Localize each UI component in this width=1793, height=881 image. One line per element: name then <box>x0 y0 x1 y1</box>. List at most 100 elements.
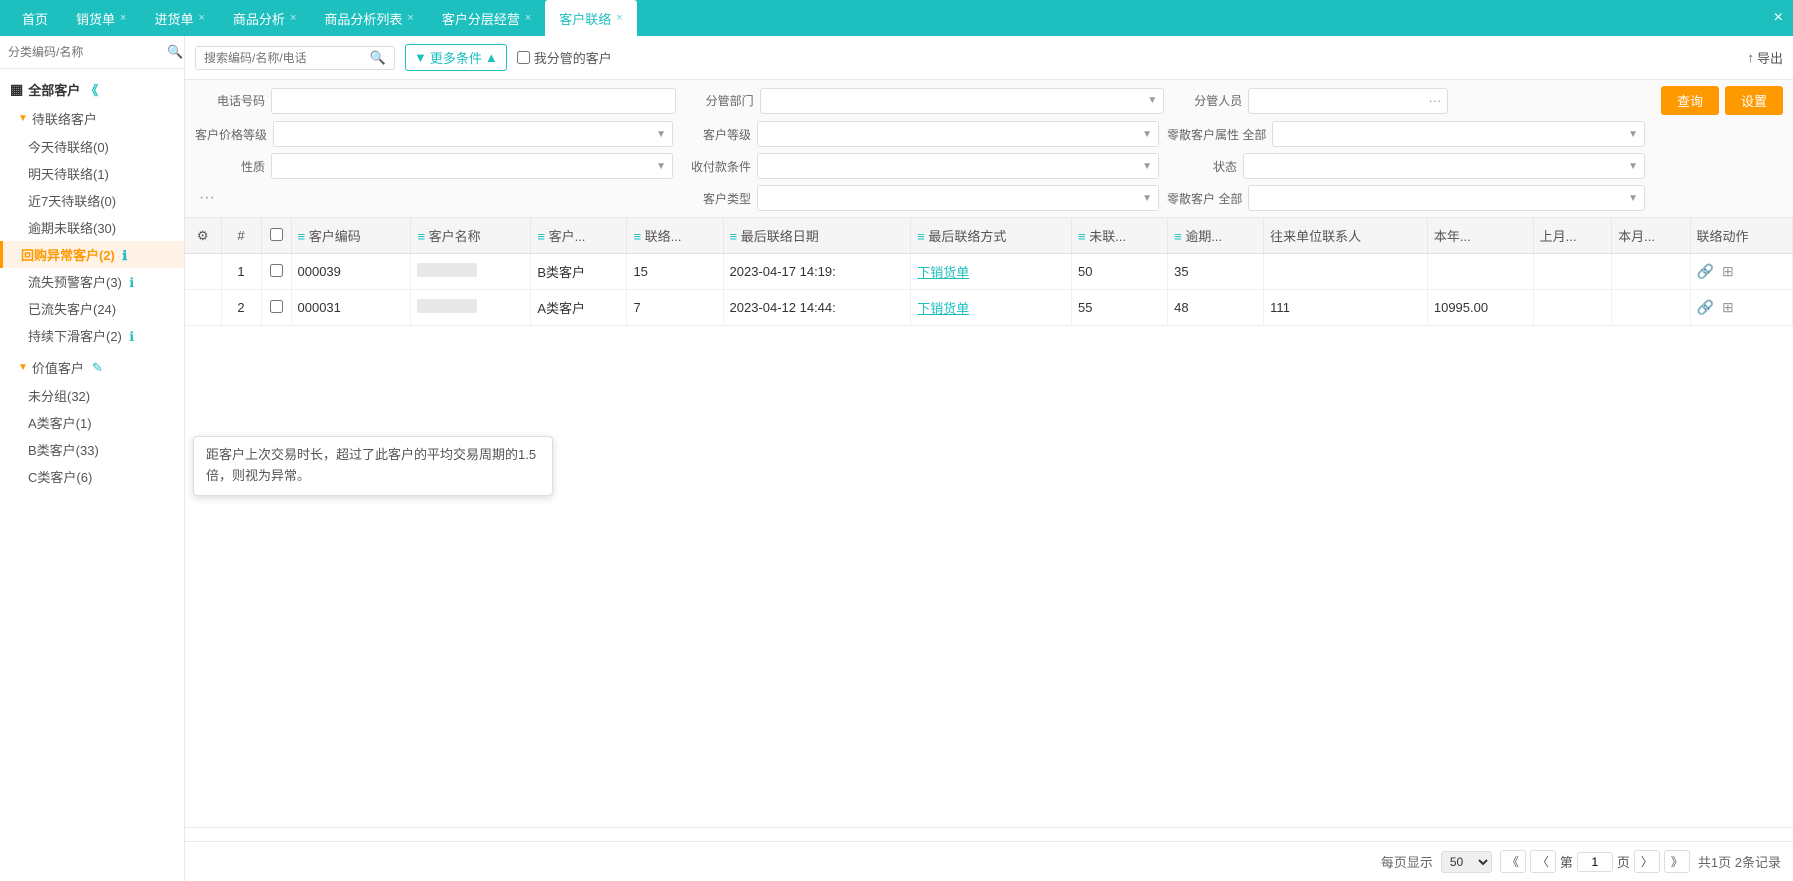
sidebar-item-churn-warning[interactable]: 流失预警客户(3) ℹ <box>0 268 184 295</box>
my-customers-checkbox[interactable]: 我分管的客户 <box>517 48 612 67</box>
last-page-button[interactable]: 》 <box>1664 850 1690 873</box>
edit-value-group-icon[interactable]: ✎ <box>92 360 103 376</box>
th-category[interactable]: ≡ 客户... <box>531 218 627 254</box>
td-lastmonth-1 <box>1533 254 1611 290</box>
td-check-1[interactable] <box>261 254 291 290</box>
all-customers-title[interactable]: ▦ 全部客户 《 <box>0 75 184 104</box>
filter-customer-grade: 客户等级 ▼ <box>681 121 1159 147</box>
nav-close-analysis[interactable]: × <box>290 12 296 24</box>
th-thisyear[interactable]: 本年... <box>1427 218 1533 254</box>
search-icon[interactable]: 🔍 <box>167 44 183 60</box>
nav-close-all-button[interactable]: × <box>1774 9 1783 27</box>
sidebar-item-7days[interactable]: 近7天待联络(0) <box>0 187 184 214</box>
th-lastmonth[interactable]: 上月... <box>1533 218 1611 254</box>
th-thismonth[interactable]: 本月... <box>1612 218 1690 254</box>
sidebar-item-ungroup[interactable]: 未分组(32) <box>0 382 184 409</box>
th-contacts[interactable]: ≡ 联络... <box>627 218 723 254</box>
nav-close-purchase[interactable]: × <box>198 12 204 24</box>
filter-person-input[interactable]: ··· <box>1248 88 1448 114</box>
sidebar-item-b-class[interactable]: B类客户(33) <box>0 436 184 463</box>
filter-price-level-input[interactable]: ▼ <box>273 121 673 147</box>
more-filter-dots[interactable]: ··· <box>195 189 219 207</box>
page-navigation: 《 〈 第 页 〉 》 <box>1500 850 1690 873</box>
filter-status-input[interactable]: ▼ <box>1243 153 1645 179</box>
sidebar-item-overdue[interactable]: 逾期未联络(30) <box>0 214 184 241</box>
th-settings[interactable]: ⚙ <box>185 218 221 254</box>
th-lastdate[interactable]: ≡ 最后联络日期 <box>723 218 911 254</box>
nav-close-sales[interactable]: × <box>120 12 126 24</box>
th-uncontact[interactable]: ≡ 未联... <box>1072 218 1168 254</box>
settings-button[interactable]: 设置 <box>1725 86 1783 115</box>
price-level-down-icon: ▼ <box>656 129 666 140</box>
link-action-icon-2[interactable]: 🔗 <box>1697 299 1714 316</box>
query-button[interactable]: 查询 <box>1661 86 1719 115</box>
td-check-2[interactable] <box>261 290 291 326</box>
horizontal-scrollbar[interactable] <box>185 827 1793 841</box>
total-records-label: 共1页 2条记录 <box>1698 852 1781 871</box>
sidebar-item-a-class[interactable]: A类客户(1) <box>0 409 184 436</box>
sidebar-item-c-class[interactable]: C类客户(6) <box>0 463 184 490</box>
th-name[interactable]: ≡ 客户名称 <box>411 218 531 254</box>
nav-home[interactable]: 首页 <box>8 0 62 36</box>
nav-customer-tier[interactable]: 客户分层经营 × <box>428 0 545 36</box>
th-overdue[interactable]: ≡ 逾期... <box>1168 218 1264 254</box>
sidebar-item-churned[interactable]: 已流失客户(24) <box>0 295 184 322</box>
filter-dept-input[interactable]: ▼ <box>760 88 1165 114</box>
filter-scatter-attr-input[interactable]: ▼ <box>1272 121 1645 147</box>
sidebar-item-today[interactable]: 今天待联络(0) <box>0 133 184 160</box>
export-button[interactable]: ↑ 导出 <box>1747 48 1783 67</box>
main-search-input[interactable] <box>204 51 366 65</box>
current-page-input[interactable] <box>1577 852 1613 872</box>
page-size-select[interactable]: 50 100 200 <box>1441 851 1492 873</box>
td-lastmethod-1[interactable]: 下销货单 <box>911 254 1072 290</box>
filter-customer-type: 客户类型 ▼ <box>681 185 1159 211</box>
filter-scatter-customer-input[interactable]: ▼ <box>1248 185 1645 211</box>
sidebar-item-tomorrow[interactable]: 明天待联络(1) <box>0 160 184 187</box>
select-all-checkbox[interactable] <box>270 228 283 241</box>
nav-sales-order[interactable]: 销货单 × <box>62 0 140 36</box>
nav-product-analysis-list[interactable]: 商品分析列表 × <box>310 0 427 36</box>
more-conditions-button[interactable]: ▼ 更多条件 ▲ <box>405 44 507 71</box>
filter-phone-input[interactable] <box>271 88 676 114</box>
grid-action-icon-2[interactable]: ⊞ <box>1722 299 1734 316</box>
nav-product-analysis[interactable]: 商品分析 × <box>219 0 310 36</box>
my-customers-check[interactable] <box>517 51 530 64</box>
filter-row-2: 客户价格等级 ▼ 客户等级 ▼ 零散客户属性 全部 <box>195 121 1783 147</box>
table-row: 1 000039 B类客户 15 2023-04-17 14:19: 下销货单 … <box>185 254 1793 290</box>
th-check[interactable] <box>261 218 291 254</box>
td-code-2[interactable]: 000031 <box>291 290 411 326</box>
sidebar-group-value[interactable]: ▼ 价值客户 ✎ <box>0 353 184 382</box>
nav-close-analysis-list[interactable]: × <box>407 12 413 24</box>
next-page-button[interactable]: 〉 <box>1634 850 1660 873</box>
link-action-icon-1[interactable]: 🔗 <box>1697 263 1714 280</box>
action-icons-1: 🔗 ⊞ <box>1697 263 1786 280</box>
sidebar-item-abnormal-repurchase[interactable]: 回购异常客户(2) ℹ <box>0 241 184 268</box>
th-unit-contact[interactable]: 往来单位联系人 <box>1264 218 1428 254</box>
filter-customer-type-input[interactable]: ▼ <box>757 185 1159 211</box>
main-search-icon[interactable]: 🔍 <box>370 50 386 66</box>
td-code-1[interactable]: 000039 <box>291 254 411 290</box>
th-lastmethod[interactable]: ≡ 最后联络方式 <box>911 218 1072 254</box>
grid-action-icon-1[interactable]: ⊞ <box>1722 263 1734 280</box>
first-page-button[interactable]: 《 <box>1500 850 1526 873</box>
sidebar-item-declining[interactable]: 持续下滑客户(2) ℹ <box>0 322 184 349</box>
nav-purchase-order[interactable]: 进货单 × <box>140 0 218 36</box>
sidebar-search-input[interactable] <box>8 45 163 59</box>
row2-checkbox[interactable] <box>270 300 283 313</box>
filter-scatter-customer: 零散客户 全部 ▼ <box>1167 185 1645 211</box>
nav-customer-contact[interactable]: 客户联络 × <box>545 0 636 36</box>
th-code[interactable]: ≡ 客户编码 <box>291 218 411 254</box>
nav-close-tier[interactable]: × <box>525 12 531 24</box>
prev-page-button[interactable]: 〈 <box>1530 850 1556 873</box>
td-lastmethod-2[interactable]: 下销货单 <box>911 290 1072 326</box>
sidebar-group-pending[interactable]: ▼ 待联络客户 <box>0 104 184 133</box>
scatter-customer-down-icon: ▼ <box>1628 193 1638 204</box>
filter-payment-input[interactable]: ▼ <box>757 153 1159 179</box>
sidebar-collapse-icon[interactable]: 《 <box>85 80 98 99</box>
filter-nature-input[interactable]: ▼ <box>271 153 673 179</box>
nav-close-contact[interactable]: × <box>616 12 622 24</box>
filter-customer-grade-input[interactable]: ▼ <box>757 121 1159 147</box>
row1-checkbox[interactable] <box>270 264 283 277</box>
filter-buttons: 查询 设置 <box>1661 86 1783 115</box>
sort-icon: ≡ <box>298 229 306 244</box>
